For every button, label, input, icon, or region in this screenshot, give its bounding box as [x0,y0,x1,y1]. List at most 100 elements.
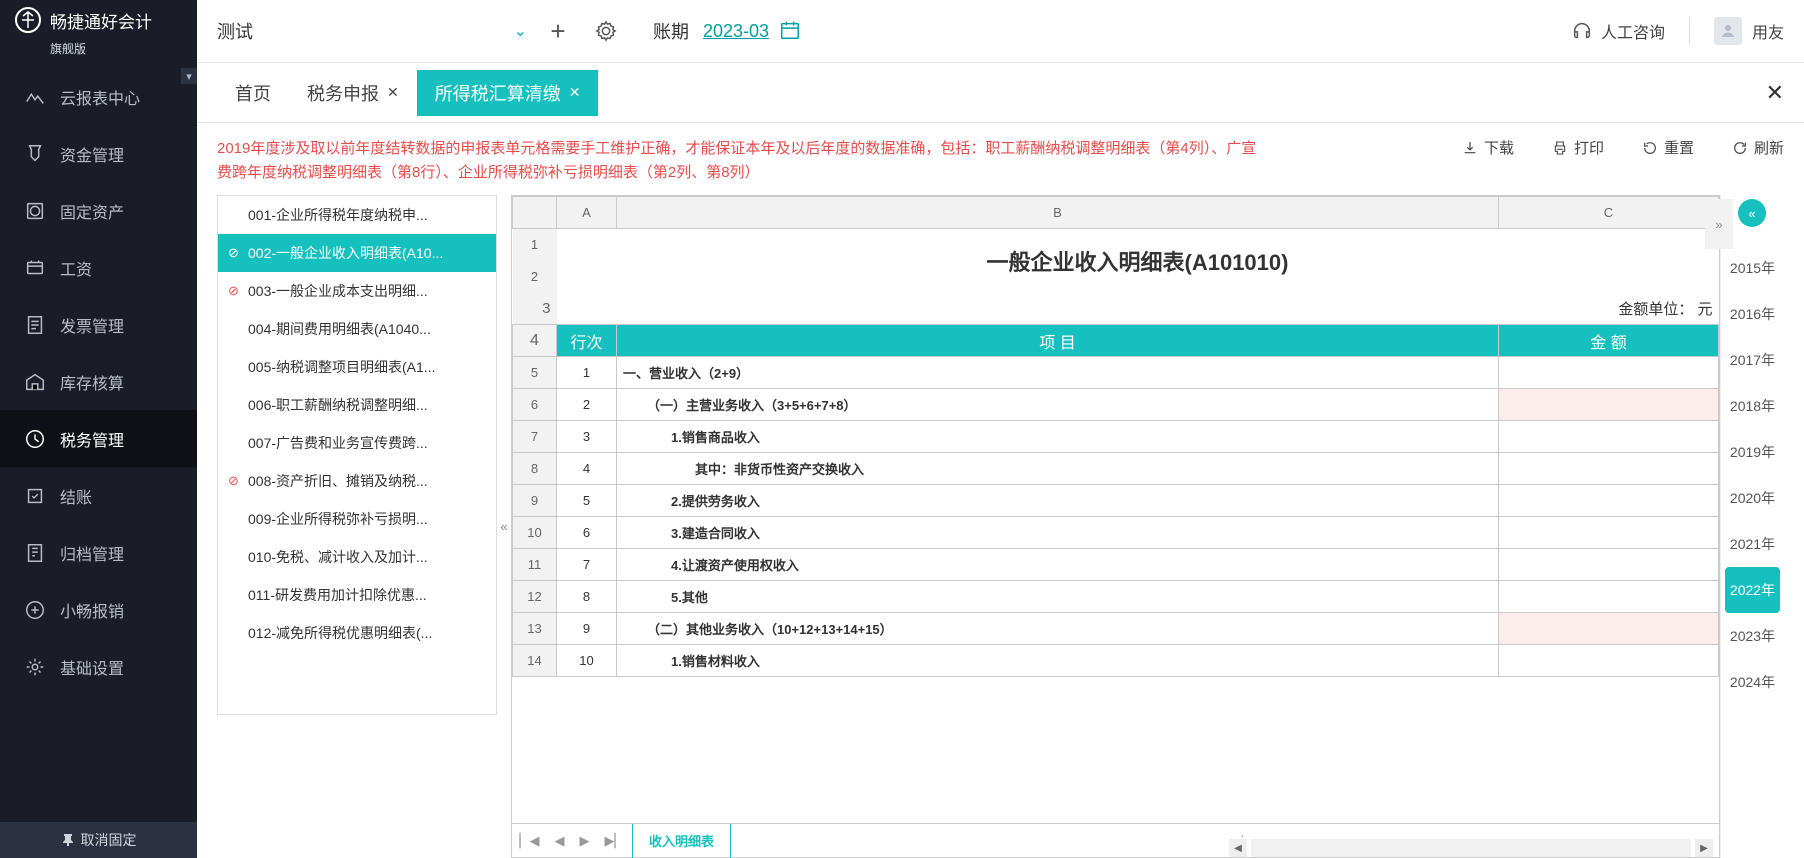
reset-button[interactable]: 重置 [1642,137,1694,158]
cell-item[interactable]: 4.让渡资产使用权收入 [617,549,1499,581]
form-list-item[interactable]: ⊘003-一般企业成本支出明细... [218,272,496,310]
cell-amount[interactable] [1499,357,1719,389]
row-header[interactable]: 5 [513,357,557,389]
cell-seq[interactable]: 5 [557,485,617,517]
horizontal-scrollbar[interactable]: ◀▶ [1229,839,1713,857]
cell-seq[interactable]: 2 [557,389,617,421]
year-item[interactable]: 2017年 [1725,337,1780,383]
nav-item-6[interactable]: 税务管理 [0,410,197,467]
form-list-item[interactable]: 009-企业所得税弥补亏损明... [218,500,496,538]
row-header[interactable]: 3 [513,293,557,325]
rail-expand-toggle[interactable]: » [1705,199,1733,249]
cell-item[interactable]: 1.销售材料收入 [617,645,1499,677]
close-all-tabs[interactable]: ✕ [1766,80,1784,106]
cell-seq[interactable]: 4 [557,453,617,485]
unpin-sidebar-button[interactable]: 取消固定 [0,822,197,858]
cell-amount[interactable] [1499,485,1719,517]
nav-item-8[interactable]: 归档管理 [0,524,197,581]
cell-seq[interactable]: 10 [557,645,617,677]
row-header[interactable]: 7 [513,421,557,453]
form-list-item[interactable]: 007-广告费和业务宣传费跨... [218,424,496,462]
nav-item-1[interactable]: 资金管理 [0,125,197,182]
row-header[interactable]: 12 [513,581,557,613]
tab-close-icon[interactable]: ✕ [569,84,581,101]
user-menu[interactable]: 用友 [1714,17,1784,45]
cell-item[interactable]: 1.销售商品收入 [617,421,1499,453]
cell-seq[interactable]: 3 [557,421,617,453]
row-header[interactable]: 1 [513,229,557,261]
form-list-item[interactable]: 001-企业所得税年度纳税申... [218,196,496,234]
nav-item-5[interactable]: 库存核算 [0,353,197,410]
nav-item-10[interactable]: 基础设置 [0,638,197,695]
cell-amount[interactable] [1499,517,1719,549]
settings-button[interactable] [589,14,623,48]
cell-seq[interactable]: 8 [557,581,617,613]
nav-item-9[interactable]: 小畅报销 [0,581,197,638]
row-header[interactable]: 6 [513,389,557,421]
form-list-item[interactable]: 010-免税、减计收入及加计... [218,538,496,576]
print-button[interactable]: 打印 [1552,137,1604,158]
nav-item-2[interactable]: 固定资产 [0,182,197,239]
year-item[interactable]: 2022年 [1725,567,1780,613]
year-item[interactable]: 2024年 [1725,659,1780,705]
cell-amount[interactable] [1499,549,1719,581]
cell-seq[interactable]: 1 [557,357,617,389]
nav-item-0[interactable]: 云报表中心 [0,68,197,125]
cell-amount[interactable] [1499,581,1719,613]
nav-item-7[interactable]: 结账 [0,467,197,524]
cell-seq[interactable]: 9 [557,613,617,645]
cell-amount[interactable] [1499,645,1719,677]
cell-amount[interactable] [1499,453,1719,485]
splitter-collapse[interactable]: « [497,195,511,858]
refresh-button[interactable]: 刷新 [1732,137,1784,158]
row-header[interactable]: 8 [513,453,557,485]
col-header-c[interactable]: C [1499,197,1719,229]
period-value[interactable]: 2023-03 [703,21,769,42]
support-link[interactable]: 人工咨询 [1571,19,1665,43]
cell-item[interactable]: 其中：非货币性资产交换收入 [617,453,1499,485]
row-header[interactable]: 4 [513,325,557,357]
sheet-tab[interactable]: 收入明细表 [632,824,731,858]
tab-2[interactable]: 所得税汇算清缴✕ [417,70,599,116]
tab-0[interactable]: 首页 [217,70,289,116]
cell-seq[interactable]: 7 [557,549,617,581]
form-list-item[interactable]: ⊘008-资产折旧、摊销及纳税... [218,462,496,500]
cell-item[interactable]: 3.建造合同收入 [617,517,1499,549]
row-header[interactable]: 14 [513,645,557,677]
cell-amount[interactable] [1499,421,1719,453]
company-dropdown[interactable]: 测试 ⌄ [217,18,527,44]
row-header[interactable]: 9 [513,485,557,517]
add-button[interactable]: + [541,14,575,48]
year-item[interactable]: 2021年 [1725,521,1780,567]
form-list-item[interactable]: ⊘002-一般企业收入明细表(A10... [218,234,496,272]
row-header[interactable]: 2 [513,261,557,293]
cell-item[interactable]: 2.提供劳务收入 [617,485,1499,517]
col-header-a[interactable]: A [557,197,617,229]
nav-item-3[interactable]: 工资 [0,239,197,296]
cell-item[interactable]: （二）其他业务收入（10+12+13+14+15） [617,613,1499,645]
form-list-item[interactable]: 012-减免所得税优惠明细表(... [218,614,496,652]
corner-cell[interactable] [513,197,557,229]
cell-amount[interactable] [1499,389,1719,421]
year-item[interactable]: 2016年 [1725,291,1780,337]
form-list-item[interactable]: 005-纳税调整项目明细表(A1... [218,348,496,386]
row-header[interactable]: 10 [513,517,557,549]
col-header-b[interactable]: B [617,197,1499,229]
calendar-icon[interactable] [779,19,801,44]
year-item[interactable]: 2020年 [1725,475,1780,521]
form-list-item[interactable]: 004-期间费用明细表(A1040... [218,310,496,348]
form-list-item[interactable]: 011-研发费用加计扣除优惠... [218,576,496,614]
year-item[interactable]: 2018年 [1725,383,1780,429]
tab-1[interactable]: 税务申报✕ [289,70,417,116]
row-header[interactable]: 13 [513,613,557,645]
cell-item[interactable]: 一、营业收入（2+9） [617,357,1499,389]
cell-item[interactable]: （一）主营业务收入（3+5+6+7+8） [617,389,1499,421]
year-item[interactable]: 2015年 [1725,245,1780,291]
cell-item[interactable]: 5.其他 [617,581,1499,613]
cell-amount[interactable] [1499,613,1719,645]
year-item[interactable]: 2023年 [1725,613,1780,659]
tab-close-icon[interactable]: ✕ [387,84,399,101]
sheet-pager[interactable]: ▏◀◀▶▶▏ [512,833,632,849]
form-list-item[interactable]: 006-职工薪酬纳税调整明细... [218,386,496,424]
cell-seq[interactable]: 6 [557,517,617,549]
